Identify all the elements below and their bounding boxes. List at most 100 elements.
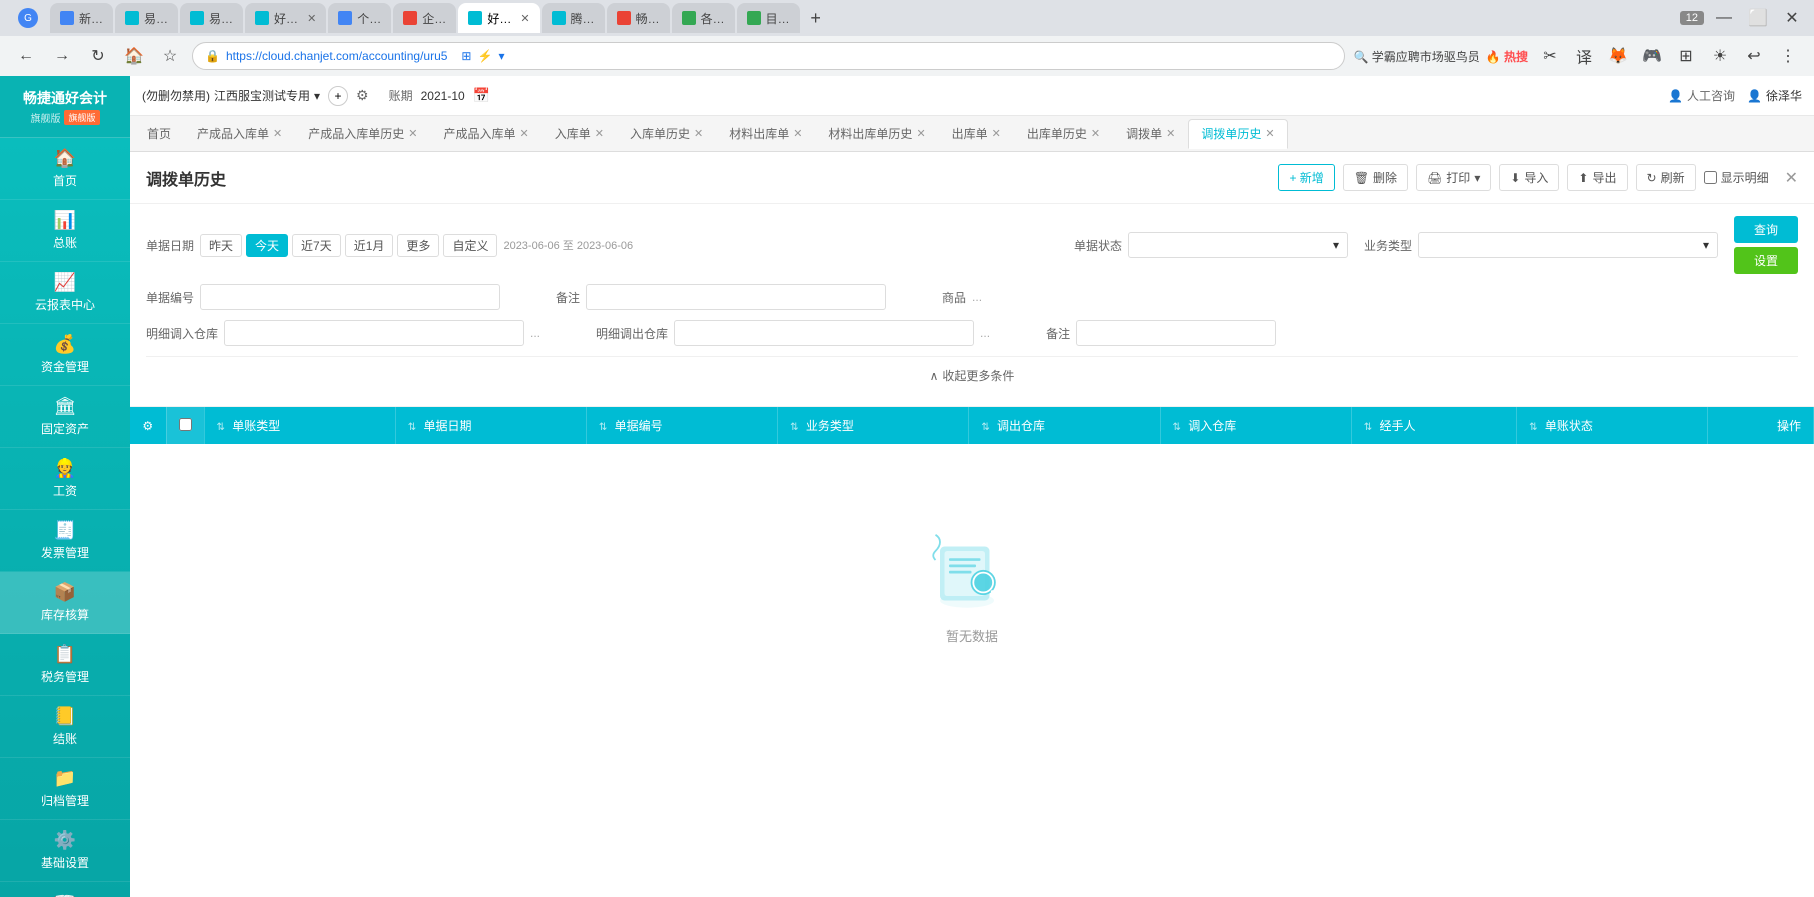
table-header-doc-number[interactable]: ⇅ 单据编号 (586, 407, 777, 444)
bookmark-button[interactable]: ☆ (156, 42, 184, 70)
table-header-in-warehouse[interactable]: ⇅ 调入仓库 (1160, 407, 1351, 444)
new-tab-button[interactable]: + (802, 4, 830, 32)
select-all-checkbox[interactable] (179, 418, 192, 431)
browser-tab-11[interactable]: 目… (737, 3, 800, 33)
date-btn-yesterday[interactable]: 昨天 (200, 234, 242, 257)
nav-tab-close-11[interactable]: ✕ (1265, 127, 1274, 140)
nav-tab-outbound[interactable]: 出库单 ✕ (939, 119, 1014, 149)
settings-gear-button[interactable]: ⚙ (356, 87, 369, 104)
wallet-btn[interactable]: 🦊 (1604, 42, 1632, 70)
refresh-button[interactable]: ↻ 刷新 (1636, 164, 1696, 191)
table-header-doc-date[interactable]: ⇅ 单据日期 (395, 407, 586, 444)
browser-close[interactable]: ✕ (1778, 4, 1806, 32)
date-btn-more[interactable]: 更多 (397, 234, 439, 257)
table-header-doc-type[interactable]: ⇅ 单账类型 (204, 407, 395, 444)
browser-tab-2[interactable]: 易… (115, 3, 178, 33)
table-header-doc-status[interactable]: ⇅ 单账状态 (1517, 407, 1708, 444)
nav-tab-close-2[interactable]: ✕ (408, 127, 417, 140)
address-bar[interactable]: 🔒 https://cloud.chanjet.com/accounting/u… (192, 42, 1345, 70)
table-header-checkbox[interactable] (166, 407, 204, 444)
sidebar-item-archive[interactable]: 📁 归档管理 (0, 758, 130, 820)
tab-close-7[interactable]: ✕ (520, 12, 529, 25)
sidebar-item-guide[interactable]: 📖 新手引导 (0, 882, 130, 897)
collapse-button[interactable]: ∧ 收起更多条件 (918, 363, 1027, 388)
nav-tab-close-10[interactable]: ✕ (1166, 127, 1175, 140)
remark-input[interactable] (586, 284, 886, 310)
sidebar-item-invoice[interactable]: 🧾 发票管理 (0, 510, 130, 572)
calendar-icon[interactable]: 📅 (473, 87, 490, 104)
nav-tab-finished-goods[interactable]: 产成品入库单 ✕ (184, 119, 295, 149)
query-button[interactable]: 查询 (1734, 216, 1798, 243)
date-btn-1month[interactable]: 近1月 (345, 234, 394, 257)
nav-tab-close-5[interactable]: ✕ (694, 127, 703, 140)
browser-maximize[interactable]: ⬜ (1744, 4, 1772, 32)
sidebar-item-ledger[interactable]: 📊 总账 (0, 200, 130, 262)
date-btn-7days[interactable]: 近7天 (292, 234, 341, 257)
forward-button[interactable]: → (48, 42, 76, 70)
doc-number-input[interactable] (200, 284, 500, 310)
sidebar-item-settings[interactable]: ⚙️ 基础设置 (0, 820, 130, 882)
menu-btn[interactable]: ⋮ (1774, 42, 1802, 70)
sidebar-item-reports[interactable]: 📈 云报表中心 (0, 262, 130, 324)
detail-out-input[interactable] (674, 320, 974, 346)
page-close-button[interactable]: ✕ (1785, 168, 1798, 188)
user-info[interactable]: 👤 徐泽华 (1747, 87, 1802, 104)
browser-tab-4[interactable]: 好… ✕ (245, 3, 326, 33)
display-detail-checkbox[interactable] (1704, 171, 1717, 184)
add-company-button[interactable]: + (328, 86, 348, 106)
table-header-operator[interactable]: ⇅ 经手人 (1351, 407, 1516, 444)
extra-remark-input[interactable] (1076, 320, 1276, 346)
goods-ellipsis-btn[interactable]: ... (972, 290, 982, 304)
nav-tab-transfer[interactable]: 调拨单 ✕ (1113, 119, 1188, 149)
nav-tab-close-6[interactable]: ✕ (793, 127, 802, 140)
new-button[interactable]: + 新增 (1278, 164, 1334, 191)
browser-tab-6[interactable]: 企… (393, 3, 456, 33)
nav-tab-finished-goods2[interactable]: 产成品入库单 ✕ (430, 119, 541, 149)
detail-in-input[interactable] (224, 320, 524, 346)
display-detail-option[interactable]: 显示明细 (1704, 169, 1769, 186)
print-button[interactable]: 🖨 打印 ▾ (1416, 164, 1491, 191)
tab-close-4[interactable]: ✕ (307, 12, 316, 25)
date-btn-today[interactable]: 今天 (246, 234, 288, 257)
status-select[interactable]: ▾ (1128, 232, 1348, 258)
browser-tab-9[interactable]: 畅… (607, 3, 670, 33)
extensions-btn[interactable]: ✂ (1536, 42, 1564, 70)
export-button[interactable]: ⬆ 导出 (1567, 164, 1627, 191)
nav-tab-outbound-history[interactable]: 出库单历史 ✕ (1014, 119, 1113, 149)
sidebar-item-payroll[interactable]: 👷 工资 (0, 448, 130, 510)
company-selector[interactable]: (勿删勿禁用) 江西服宝测试专用 ▾ (142, 87, 320, 104)
browser-tab-10[interactable]: 各… (672, 3, 735, 33)
nav-tab-close-1[interactable]: ✕ (273, 127, 282, 140)
browser-tab-8[interactable]: 腾… (542, 3, 605, 33)
gear-settings-icon[interactable]: ⚙ (142, 419, 153, 433)
detail-in-ellipsis[interactable]: ... (530, 326, 540, 340)
back-button[interactable]: ← (12, 42, 40, 70)
sidebar-item-closing[interactable]: 📒 结账 (0, 696, 130, 758)
sidebar-item-funds[interactable]: 💰 资金管理 (0, 324, 130, 386)
service-button[interactable]: 👤 人工咨询 (1668, 87, 1735, 104)
browser-tab-3[interactable]: 易… (180, 3, 243, 33)
home-button[interactable]: 🏠 (120, 42, 148, 70)
browser-minimize[interactable]: — (1710, 4, 1738, 32)
sidebar-item-tax[interactable]: 📋 税务管理 (0, 634, 130, 696)
nav-tab-close-4[interactable]: ✕ (595, 127, 604, 140)
theme-btn[interactable]: ☀ (1706, 42, 1734, 70)
browser-tab-5[interactable]: 个… (328, 3, 391, 33)
nav-tab-close-9[interactable]: ✕ (1091, 127, 1100, 140)
games-btn[interactable]: 🎮 (1638, 42, 1666, 70)
nav-tab-inbound[interactable]: 入库单 ✕ (542, 119, 617, 149)
nav-tab-inbound-history[interactable]: 入库单历史 ✕ (617, 119, 716, 149)
nav-tab-close-3[interactable]: ✕ (520, 127, 529, 140)
browser-tab-1[interactable]: 新… (50, 3, 113, 33)
table-header-out-warehouse[interactable]: ⇅ 调出仓库 (969, 407, 1160, 444)
nav-tab-close-8[interactable]: ✕ (992, 127, 1001, 140)
table-header-gear[interactable]: ⚙ (130, 407, 166, 444)
import-button[interactable]: ⬇ 导入 (1499, 164, 1559, 191)
sidebar-item-inventory[interactable]: 📦 库存核算 (0, 572, 130, 634)
nav-tab-material-out[interactable]: 材料出库单 ✕ (716, 119, 815, 149)
filter-settings-button[interactable]: 设置 (1734, 247, 1798, 274)
grid-btn[interactable]: ⊞ (1672, 42, 1700, 70)
nav-tab-finished-history[interactable]: 产成品入库单历史 ✕ (295, 119, 430, 149)
detail-out-ellipsis[interactable]: ... (980, 326, 990, 340)
nav-tab-material-out-history[interactable]: 材料出库单历史 ✕ (815, 119, 938, 149)
